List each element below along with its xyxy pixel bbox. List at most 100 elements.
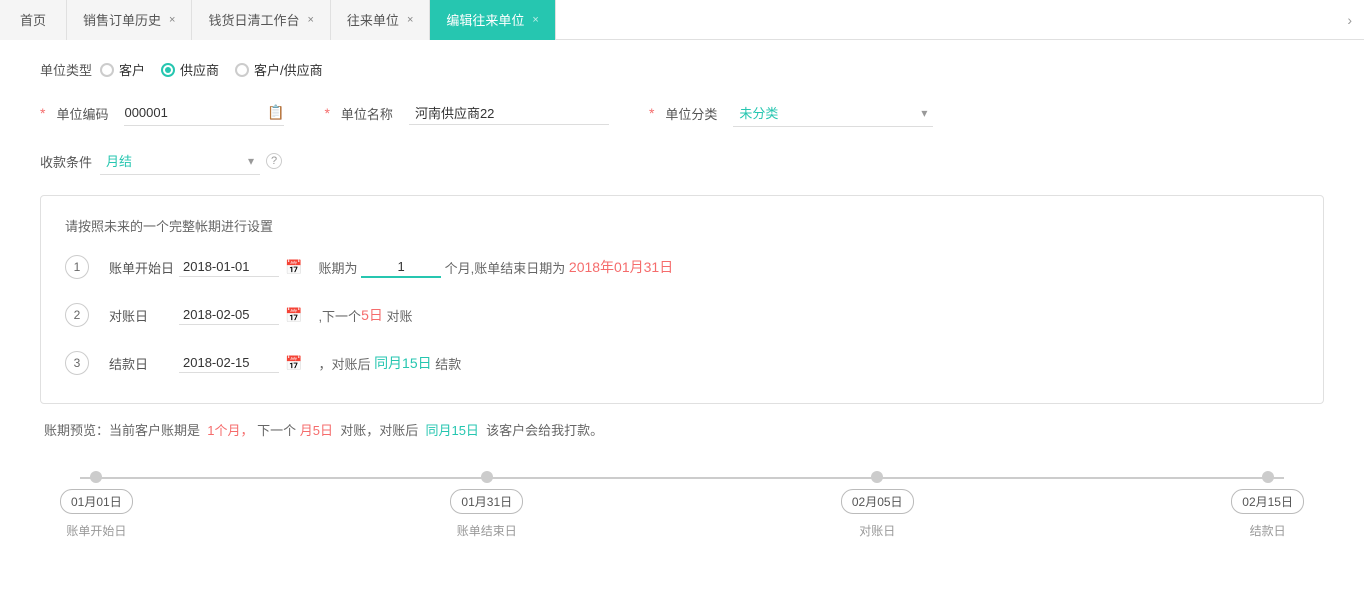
radio-both-label: 客户/供应商 bbox=[254, 60, 323, 79]
timeline-dot-1 bbox=[90, 471, 102, 483]
step-3-day-highlight: 同月15日 bbox=[374, 353, 432, 373]
payment-value: 月结 bbox=[106, 151, 240, 170]
radio-supplier[interactable]: 供应商 bbox=[161, 60, 219, 79]
step-3-calendar-icon[interactable]: 📅 bbox=[285, 355, 302, 372]
timeline-label-2: 账单结束日 bbox=[457, 522, 517, 539]
step-1-desc-suffix: 个月,账单结束日期为 bbox=[441, 258, 569, 277]
main-content: 单位类型 客户 供应商 客户/供应商 * 单位编码 📋 bbox=[0, 40, 1364, 608]
radio-customer-label: 客户 bbox=[119, 60, 145, 79]
step-1-row: 1 账单开始日 📅 账期为 个月,账单结束日期为 2018年01月31日 bbox=[65, 255, 1299, 279]
preview-reconcile-pre: 下一个 bbox=[257, 423, 296, 438]
radio-both[interactable]: 客户/供应商 bbox=[235, 60, 323, 79]
timeline-label-3: 对账日 bbox=[859, 522, 895, 539]
unit-name-input[interactable] bbox=[409, 101, 609, 125]
timeline-label-4: 结款日 bbox=[1250, 522, 1286, 539]
section-instruction: 请按照未来的一个完整帐期进行设置 bbox=[65, 216, 1299, 235]
preview-payment-post: 该客户会给我打款。 bbox=[483, 423, 604, 438]
preview-reconcile-post: 对账，对账后 bbox=[337, 423, 422, 438]
timeline-dot-2 bbox=[481, 471, 493, 483]
close-icon[interactable]: × bbox=[169, 14, 175, 26]
tab-cash-work[interactable]: 钱货日清工作台 × bbox=[192, 0, 330, 40]
unit-code-star: * bbox=[40, 105, 45, 121]
unit-code-label: 单位编码 bbox=[56, 104, 108, 123]
step-1-date-field[interactable] bbox=[179, 257, 279, 277]
step-3-date-field[interactable] bbox=[179, 353, 279, 373]
tab-home[interactable]: 首页 bbox=[0, 0, 67, 40]
step-3-desc-pre: ，对账后 bbox=[318, 354, 374, 373]
payment-dropdown-icon: ▾ bbox=[248, 154, 254, 168]
timeline-badge-2: 01月31日 bbox=[450, 489, 523, 514]
tabs-bar: 首页 销售订单历史 × 钱货日清工作台 × 往来单位 × 编辑往来单位 × › bbox=[0, 0, 1364, 40]
step-2-date-input: 📅 bbox=[179, 305, 302, 325]
payment-row: 收款条件 月结 ▾ ? bbox=[40, 147, 1324, 175]
tab-edit-partner[interactable]: 编辑往来单位 × bbox=[430, 0, 555, 40]
step-1-date-input: 📅 bbox=[179, 257, 302, 277]
step-1-desc-prefix: 账期为 bbox=[318, 258, 361, 277]
timeline-badge-3: 02月05日 bbox=[841, 489, 914, 514]
timeline-badge-1: 01月01日 bbox=[60, 489, 133, 514]
step-2-date-field[interactable] bbox=[179, 305, 279, 325]
tab-sales-history-label: 销售订单历史 bbox=[83, 10, 161, 29]
unit-code-input[interactable] bbox=[124, 105, 267, 120]
close-icon[interactable]: × bbox=[307, 14, 313, 26]
step-3-label: 结款日 bbox=[109, 354, 179, 373]
step-1-end-date: 2018年01月31日 bbox=[569, 257, 673, 277]
help-icon[interactable]: ? bbox=[266, 153, 282, 169]
step-1-label: 账单开始日 bbox=[109, 258, 179, 277]
unit-name-star: * bbox=[324, 105, 329, 121]
step-2-desc-pre: ,下一个 bbox=[318, 306, 361, 325]
unit-category-select[interactable]: 未分类 ▾ bbox=[733, 99, 933, 127]
timeline-node-2: 01月31日 账单结束日 bbox=[450, 459, 523, 539]
tab-home-label: 首页 bbox=[20, 10, 46, 29]
section-box: 请按照未来的一个完整帐期进行设置 1 账单开始日 📅 账期为 个月,账单结束日期… bbox=[40, 195, 1324, 404]
step-3-desc-post: 结款 bbox=[432, 354, 462, 373]
radio-supplier-label: 供应商 bbox=[180, 60, 219, 79]
step-2-number: 2 bbox=[65, 303, 89, 327]
step-2-desc-post: 对账 bbox=[383, 306, 413, 325]
preview-period: 1个月， bbox=[207, 423, 253, 438]
unit-category-label: 单位分类 bbox=[665, 104, 717, 123]
category-dropdown-icon: ▾ bbox=[921, 106, 927, 120]
timeline-node-1: 01月01日 账单开始日 bbox=[60, 459, 133, 539]
timeline-badge-4: 02月15日 bbox=[1231, 489, 1304, 514]
unit-type-label: 单位类型 bbox=[40, 60, 92, 79]
tab-cash-work-label: 钱货日清工作台 bbox=[208, 10, 299, 29]
step-2-calendar-icon[interactable]: 📅 bbox=[285, 307, 302, 324]
close-icon[interactable]: × bbox=[532, 14, 538, 26]
timeline-nodes: 01月01日 账单开始日 01月31日 账单结束日 02月05日 对账日 02月… bbox=[60, 459, 1304, 539]
payment-label: 收款条件 bbox=[40, 152, 92, 171]
preview-payment-highlight: 同月15日 bbox=[425, 423, 478, 438]
copy-icon[interactable]: 📋 bbox=[267, 104, 284, 121]
tab-partner-units[interactable]: 往来单位 × bbox=[331, 0, 430, 40]
timeline-label-1: 账单开始日 bbox=[66, 522, 126, 539]
step-3-number: 3 bbox=[65, 351, 89, 375]
period-input[interactable] bbox=[361, 257, 441, 278]
tab-more-button[interactable]: › bbox=[1335, 0, 1364, 40]
timeline-dot-3 bbox=[871, 471, 883, 483]
timeline-container: 01月01日 账单开始日 01月31日 账单结束日 02月05日 对账日 02月… bbox=[40, 459, 1324, 539]
tab-sales-history[interactable]: 销售订单历史 × bbox=[67, 0, 192, 40]
payment-condition-select[interactable]: 月结 ▾ bbox=[100, 147, 260, 175]
unit-type-row: 单位类型 客户 供应商 客户/供应商 bbox=[40, 60, 1324, 79]
radio-customer-circle bbox=[100, 63, 114, 77]
step-1-calendar-icon[interactable]: 📅 bbox=[285, 259, 302, 276]
step-2-day-highlight: 5日 bbox=[361, 305, 383, 325]
preview-label: 账期预览：当前客户账期是 bbox=[44, 423, 204, 438]
step-2-label: 对账日 bbox=[109, 306, 179, 325]
unit-name-label: 单位名称 bbox=[341, 104, 393, 123]
step-1-number: 1 bbox=[65, 255, 89, 279]
radio-supplier-circle bbox=[161, 63, 175, 77]
unit-cat-star: * bbox=[649, 105, 654, 121]
radio-both-circle bbox=[235, 63, 249, 77]
unit-type-radio-group: 客户 供应商 客户/供应商 bbox=[100, 60, 323, 79]
close-icon[interactable]: × bbox=[407, 14, 413, 26]
timeline-node-3: 02月05日 对账日 bbox=[841, 459, 914, 539]
radio-customer[interactable]: 客户 bbox=[100, 60, 145, 79]
tab-edit-partner-label: 编辑往来单位 bbox=[446, 10, 524, 29]
timeline-node-4: 02月15日 结款日 bbox=[1231, 459, 1304, 539]
preview-reconcile-highlight: 月5日 bbox=[300, 423, 333, 438]
preview-text: 账期预览：当前客户账期是 1个月， 下一个 月5日 对账，对账后 同月15日 该… bbox=[40, 420, 1324, 439]
step-3-date-input: 📅 bbox=[179, 353, 302, 373]
unit-category-value: 未分类 bbox=[739, 103, 913, 122]
step-3-row: 3 结款日 📅 ，对账后 同月15日 结款 bbox=[65, 351, 1299, 375]
